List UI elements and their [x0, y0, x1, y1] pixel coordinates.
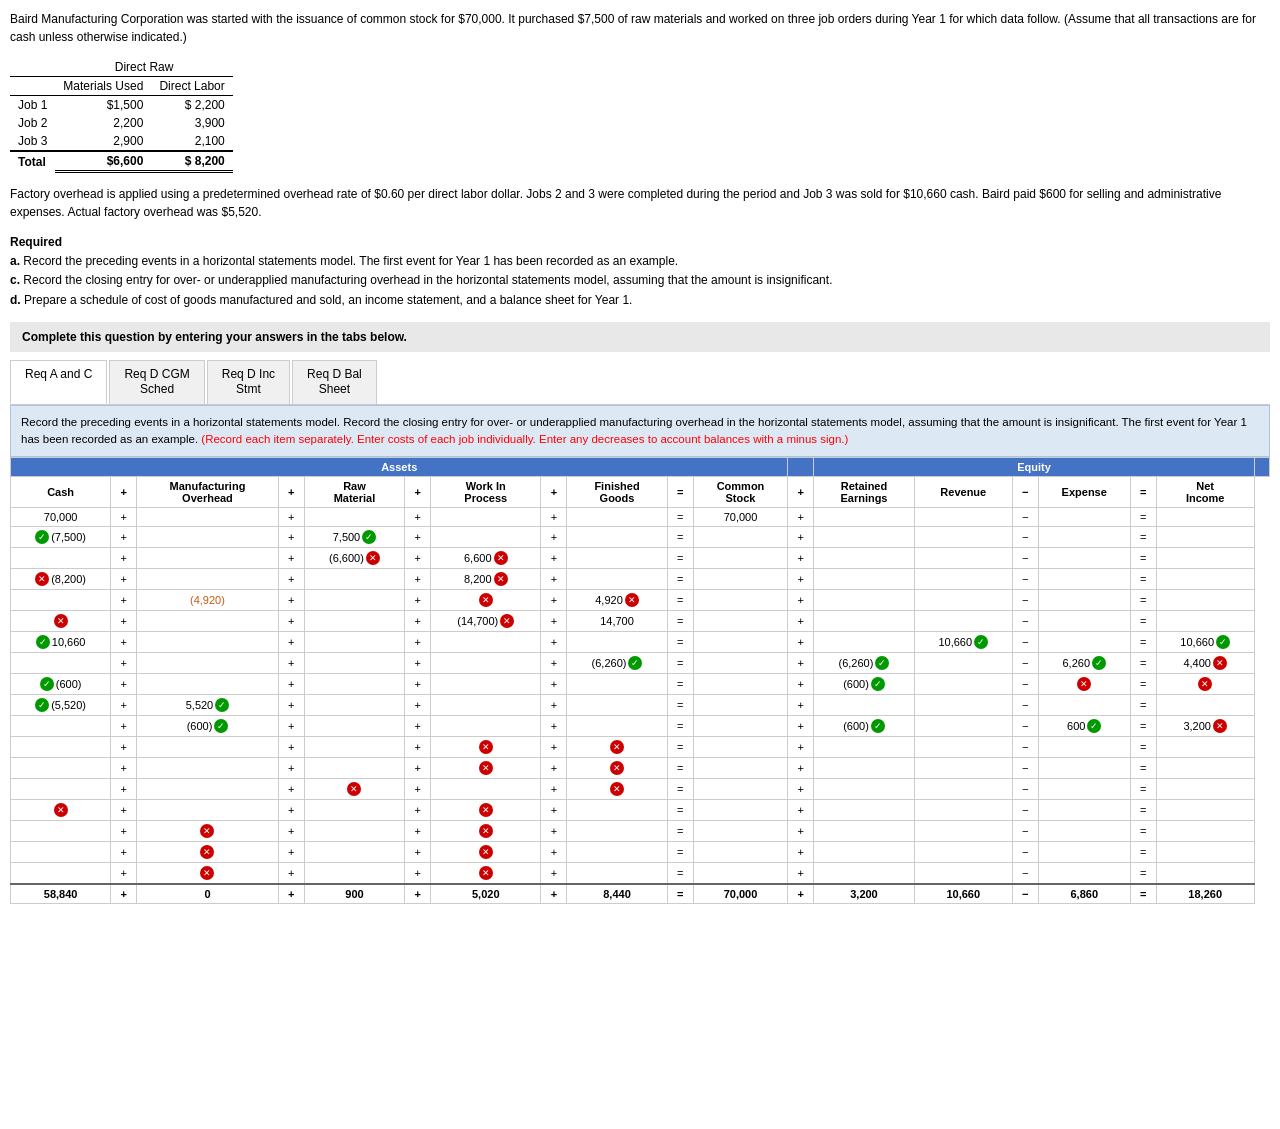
green-icon: ✓	[1087, 719, 1101, 733]
red-icon[interactable]: ✕	[200, 866, 214, 880]
table-row: + (4,920) + + ✕ + 4,920 ✕ = + − =	[11, 590, 1270, 611]
red-icon[interactable]: ✕	[479, 803, 493, 817]
instruction-box: Complete this question by entering your …	[10, 322, 1270, 352]
red-icon[interactable]: ✕	[200, 845, 214, 859]
col-cash-header: Cash	[11, 477, 111, 508]
green-icon: ✓	[974, 635, 988, 649]
tabs-container: Req A and C Req D CGMSched Req D IncStmt…	[10, 360, 1270, 405]
tab-req-d-inc[interactable]: Req D IncStmt	[207, 360, 290, 404]
total-finished: 8,440	[567, 884, 667, 904]
required-title: Required	[10, 235, 62, 249]
green-icon: ✓	[35, 530, 49, 544]
red-icon[interactable]: ✕	[1198, 677, 1212, 691]
table-row: 70,000 + + + + = 70,000 + − =	[11, 508, 1270, 527]
tab-req-d-cgm[interactable]: Req D CGMSched	[109, 360, 204, 404]
required-section: Required a. Record the preceding events …	[10, 233, 1270, 310]
col-net-header: NetIncome	[1156, 477, 1254, 508]
table-row: + (600) ✓ + + + = + (600) ✓ − 600 ✓ = 3,…	[11, 716, 1270, 737]
red-icon[interactable]: ✕	[625, 593, 639, 607]
table-row: + + + + (6,260) ✓ = + (6,260) ✓ − 6,260 …	[11, 653, 1270, 674]
total-row: 58,840 + 0 + 900 + 5,020 + 8,440 = 70,00…	[11, 884, 1270, 904]
red-icon[interactable]: ✕	[479, 824, 493, 838]
factory-text: Factory overhead is applied using a pred…	[10, 185, 1270, 221]
red-icon[interactable]: ✕	[610, 740, 624, 754]
table-row: + + + ✕+ ✕= + − =	[11, 737, 1270, 758]
red-icon[interactable]: ✕	[35, 572, 49, 586]
red-icon[interactable]: ✕	[479, 761, 493, 775]
green-icon: ✓	[214, 719, 228, 733]
total-wip: 5,020	[431, 884, 541, 904]
red-icon[interactable]: ✕	[200, 824, 214, 838]
cash-cell: 70,000	[11, 508, 111, 527]
red-icon[interactable]: ✕	[479, 866, 493, 880]
green-icon: ✓	[362, 530, 376, 544]
green-icon: ✓	[35, 698, 49, 712]
red-icon[interactable]: ✕	[1213, 656, 1227, 670]
table-row: + ✕+ + ✕+ = + − =	[11, 863, 1270, 885]
green-icon: ✓	[871, 677, 885, 691]
table-row: ✕+ + + ✕+ = + − =	[11, 800, 1270, 821]
main-table-container: Assets Equity Cash + ManufacturingOverhe…	[10, 457, 1270, 904]
green-icon: ✓	[871, 719, 885, 733]
col-common-header: CommonStock	[693, 477, 788, 508]
total-retained: 3,200	[814, 884, 914, 904]
red-icon[interactable]: ✕	[1077, 677, 1091, 691]
table-row: + ✕+ + ✕+ = + − =	[11, 821, 1270, 842]
accounting-table: Assets Equity Cash + ManufacturingOverhe…	[10, 457, 1270, 904]
assets-header: Assets	[11, 458, 788, 477]
col-revenue-header: Revenue	[914, 477, 1012, 508]
table-row: ✕ + + + (14,700) ✕ + 14,700 = + − =	[11, 611, 1270, 632]
green-icon: ✓	[40, 677, 54, 691]
red-icon[interactable]: ✕	[347, 782, 361, 796]
table-row: ✕(8,200) + + + 8,200 ✕ + = + − =	[11, 569, 1270, 590]
intro-text: Baird Manufacturing Corporation was star…	[10, 10, 1270, 46]
red-icon[interactable]: ✕	[366, 551, 380, 565]
table-row: ✓(600) + + + + = + (600) ✓ − ✕ = ✕	[11, 674, 1270, 695]
total-raw: 900	[304, 884, 404, 904]
table-row: + + ✕+ + ✕= + − =	[11, 779, 1270, 800]
total-net: 18,260	[1156, 884, 1254, 904]
col-wip-header: Work InProcess	[431, 477, 541, 508]
total-revenue: 10,660	[914, 884, 1012, 904]
table-row: + ✕+ + ✕+ = + − =	[11, 842, 1270, 863]
total-cash: 58,840	[11, 884, 111, 904]
tab-req-d-bal[interactable]: Req D BalSheet	[292, 360, 377, 404]
col-raw-header: RawMaterial	[304, 477, 404, 508]
red-icon[interactable]: ✕	[479, 845, 493, 859]
red-icon[interactable]: ✕	[610, 782, 624, 796]
green-icon: ✓	[1092, 656, 1106, 670]
col-expense-header: Expense	[1038, 477, 1130, 508]
green-icon: ✓	[628, 656, 642, 670]
total-common: 70,000	[693, 884, 788, 904]
red-icon[interactable]: ✕	[500, 614, 514, 628]
green-icon: ✓	[875, 656, 889, 670]
total-mfg: 0	[137, 884, 279, 904]
green-icon: ✓	[36, 635, 50, 649]
col-finished-header: FinishedGoods	[567, 477, 667, 508]
table-row: + + (6,600) ✕ + 6,600 ✕ + = + − =	[11, 548, 1270, 569]
col-retained-header: RetainedEarnings	[814, 477, 914, 508]
red-icon[interactable]: ✕	[54, 803, 68, 817]
equity-header: Equity	[814, 458, 1255, 477]
red-icon[interactable]: ✕	[479, 593, 493, 607]
table-row: + + + ✕+ ✕= + − =	[11, 758, 1270, 779]
green-icon: ✓	[1216, 635, 1230, 649]
total-expense: 6,860	[1038, 884, 1130, 904]
green-icon: ✓	[215, 698, 229, 712]
red-icon[interactable]: ✕	[1213, 719, 1227, 733]
red-icon[interactable]: ✕	[479, 740, 493, 754]
table-row: ✓(7,500) + + 7,500 ✓ + + = + − =	[11, 527, 1270, 548]
tab-req-ac[interactable]: Req A and C	[10, 360, 107, 404]
red-icon[interactable]: ✕	[494, 551, 508, 565]
red-icon[interactable]: ✕	[610, 761, 624, 775]
red-icon[interactable]: ✕	[54, 614, 68, 628]
materials-table: Direct Raw Materials Used Direct Labor J…	[10, 58, 233, 173]
red-icon[interactable]: ✕	[494, 572, 508, 586]
table-row: ✓(5,520) + 5,520 ✓ + + + = + − =	[11, 695, 1270, 716]
col-mfg-header: ManufacturingOverhead	[137, 477, 279, 508]
tab-description: Record the preceding events in a horizon…	[10, 405, 1270, 458]
table-row: ✓10,660 + + + + = + 10,660 ✓ − = 10,660 …	[11, 632, 1270, 653]
